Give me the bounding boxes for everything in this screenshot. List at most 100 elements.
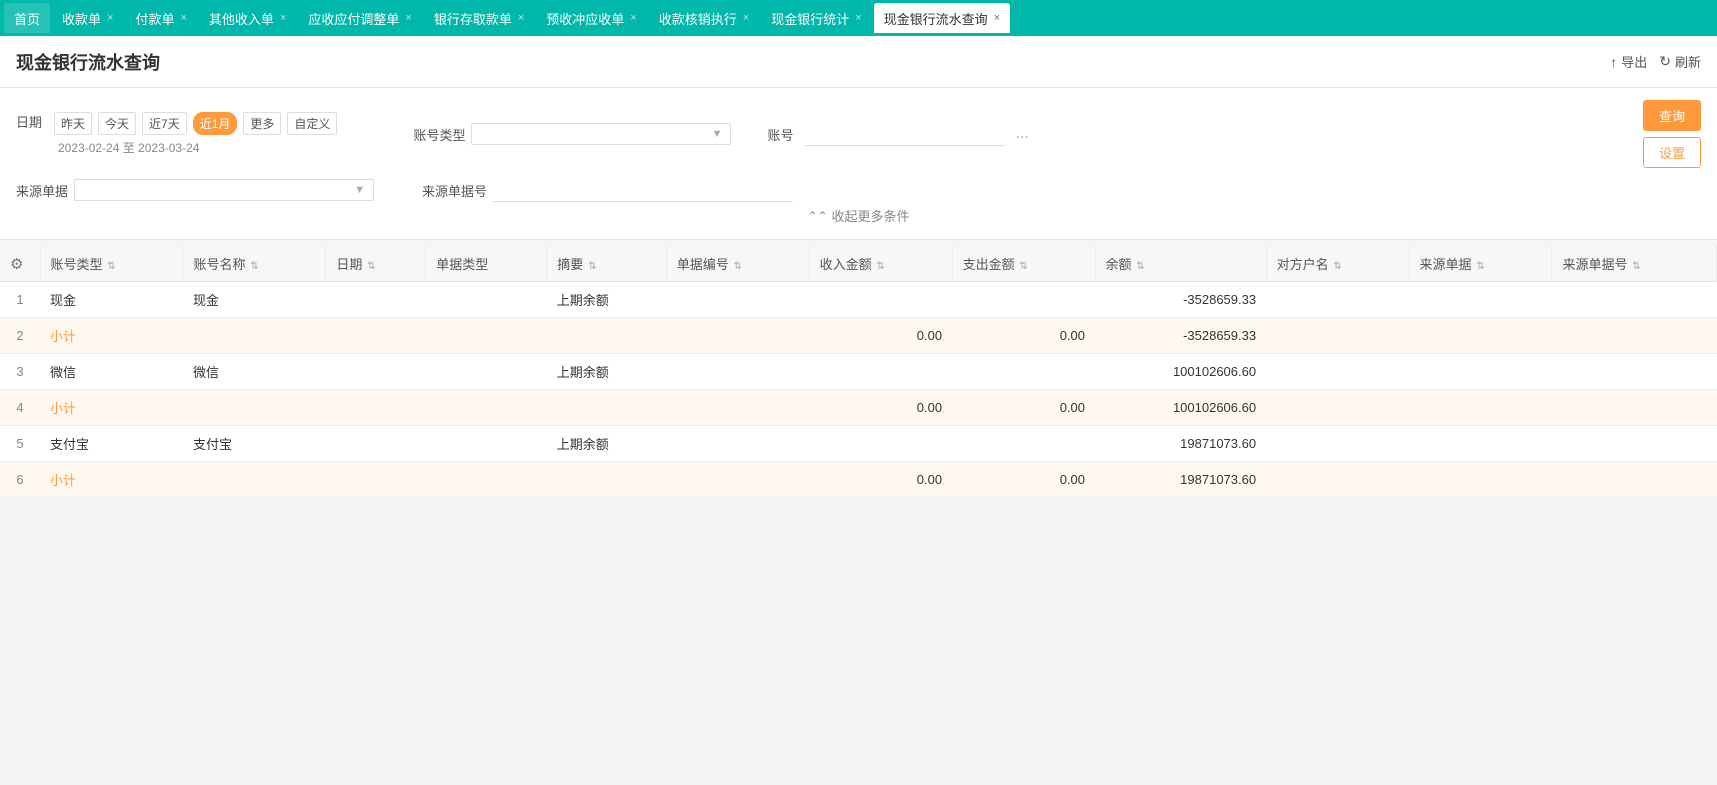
close-icon[interactable]: × <box>107 12 113 24</box>
source-doc-label: 来源单据 <box>16 181 68 200</box>
sort-icon-account_type: ⇅ <box>105 261 116 272</box>
nav-tab-付款单[interactable]: 付款单× <box>125 3 196 33</box>
col-header-account_name[interactable]: 账号名称 ⇅ <box>183 246 326 282</box>
cell-source_doc_no <box>1552 426 1717 462</box>
sort-icon-income: ⇅ <box>874 261 885 272</box>
cell-source_doc <box>1409 354 1552 390</box>
sort-icon-account_name: ⇅ <box>247 261 258 272</box>
col-header-income[interactable]: 收入金额 ⇅ <box>809 246 952 282</box>
sort-icon-date: ⇅ <box>364 261 375 272</box>
col-header-source_doc_no[interactable]: 来源单据号 ⇅ <box>1552 246 1717 282</box>
cell-doc_type <box>426 462 547 498</box>
nav-tab-现金银行流水查询[interactable]: 现金银行流水查询× <box>874 3 1010 33</box>
cell-summary <box>547 462 666 498</box>
date-btn-更多[interactable]: 更多 <box>243 112 281 135</box>
account-filter: 账号 ... <box>767 122 1028 146</box>
date-btn-近7天[interactable]: 近7天 <box>142 112 187 135</box>
settings-button[interactable]: 设置 <box>1643 137 1701 168</box>
account-input[interactable] <box>805 122 1005 146</box>
cell-expense: 0.00 <box>952 318 1095 354</box>
close-icon[interactable]: × <box>855 12 861 24</box>
nav-tab-收款单[interactable]: 收款单× <box>52 3 123 33</box>
nav-tab-label: 预收冲应收单 <box>546 9 624 28</box>
settings-gear-icon[interactable]: ⚙ <box>10 256 23 273</box>
table-container: ⚙账号类型 ⇅账号名称 ⇅日期 ⇅单据类型摘要 ⇅单据编号 ⇅收入金额 ⇅支出金… <box>0 246 1717 498</box>
col-header-source_doc[interactable]: 来源单据 ⇅ <box>1409 246 1552 282</box>
row-seq: 2 <box>0 318 40 354</box>
account-type-label: 账号类型 <box>413 125 465 144</box>
cell-source_doc <box>1409 462 1552 498</box>
cell-date <box>326 318 426 354</box>
nav-tab-收款核销执行[interactable]: 收款核销执行 × <box>649 3 759 33</box>
close-icon[interactable]: × <box>280 12 286 24</box>
cell-source_doc <box>1409 426 1552 462</box>
cell-source_doc <box>1409 318 1552 354</box>
nav-tab-现金银行统计[interactable]: 现金银行统计× <box>761 3 871 33</box>
export-button[interactable]: ↑ 导出 <box>1610 52 1647 71</box>
cell-source_doc <box>1409 282 1552 318</box>
source-doc-select[interactable]: ▼ <box>74 179 374 201</box>
cell-income <box>809 354 952 390</box>
col-header-doc_no[interactable]: 单据编号 ⇅ <box>666 246 809 282</box>
cell-source_doc_no <box>1552 354 1717 390</box>
date-btn-自定义[interactable]: 自定义 <box>287 112 337 135</box>
cell-income <box>809 282 952 318</box>
close-icon[interactable]: × <box>405 12 411 24</box>
col-header-account_type[interactable]: 账号类型 ⇅ <box>40 246 183 282</box>
refresh-button[interactable]: ↻ 刷新 <box>1659 52 1701 71</box>
cell-expense: 0.00 <box>952 390 1095 426</box>
close-icon[interactable]: × <box>180 12 186 24</box>
cell-income: 0.00 <box>809 390 952 426</box>
col-header-expense[interactable]: 支出金额 ⇅ <box>952 246 1095 282</box>
col-header-summary[interactable]: 摘要 ⇅ <box>547 246 666 282</box>
sort-icon-source_doc_no: ⇅ <box>1629 261 1640 272</box>
nav-tab-label: 收款核销执行 <box>659 9 737 28</box>
query-button[interactable]: 查询 <box>1643 100 1701 131</box>
nav-home[interactable]: 首页 <box>4 3 50 33</box>
date-btn-昨天[interactable]: 昨天 <box>54 112 92 135</box>
filter-area: 日期 昨天今天近7天近1月更多自定义 2023-02-24 至 2023-03-… <box>0 88 1717 240</box>
account-type-select[interactable]: ▼ <box>471 123 731 145</box>
cell-summary <box>547 318 666 354</box>
date-btn-近1月[interactable]: 近1月 <box>193 112 238 135</box>
cell-doc_no <box>666 354 809 390</box>
nav-tab-银行存取款单[interactable]: 银行存取款单× <box>424 3 534 33</box>
nav-tab-其他收入单[interactable]: 其他收入单× <box>199 3 296 33</box>
source-doc-no-input[interactable] <box>493 178 793 202</box>
cell-account_type: 支付宝 <box>40 426 183 462</box>
col-header-date[interactable]: 日期 ⇅ <box>326 246 426 282</box>
cell-expense <box>952 282 1095 318</box>
col-header-counterpart[interactable]: 对方户名 ⇅ <box>1266 246 1409 282</box>
cell-counterpart <box>1266 318 1409 354</box>
cell-summary: 上期余额 <box>547 426 666 462</box>
nav-tab-label: 应收应付调整单 <box>308 9 399 28</box>
sort-icon-balance: ⇅ <box>1134 261 1145 272</box>
cell-account_type: 现金 <box>40 282 183 318</box>
cell-account_name <box>183 462 326 498</box>
date-btn-今天[interactable]: 今天 <box>98 112 136 135</box>
col-header-gear: ⚙ <box>0 246 40 282</box>
source-doc-filter: 来源单据 ▼ <box>16 179 374 201</box>
header-bar: 现金银行流水查询 ↑ 导出 ↻ 刷新 <box>0 36 1717 88</box>
cell-date <box>326 282 426 318</box>
date-filter-group: 日期 昨天今天近7天近1月更多自定义 2023-02-24 至 2023-03-… <box>16 112 337 156</box>
nav-tab-应收应付调整单[interactable]: 应收应付调整单 × <box>298 3 421 33</box>
dots-button[interactable]: ... <box>1015 125 1028 143</box>
cell-doc_no <box>666 282 809 318</box>
col-header-balance[interactable]: 余额 ⇅ <box>1095 246 1266 282</box>
table-row: 6小计0.000.0019871073.60 <box>0 462 1717 498</box>
row-seq: 4 <box>0 390 40 426</box>
row-seq: 3 <box>0 354 40 390</box>
close-icon[interactable]: × <box>994 12 1000 24</box>
close-icon[interactable]: × <box>630 12 636 24</box>
home-tab-label: 首页 <box>14 9 40 28</box>
close-icon[interactable]: × <box>743 12 749 24</box>
close-icon[interactable]: × <box>518 12 524 24</box>
nav-tab-预收冲应收单[interactable]: 预收冲应收单 × <box>536 3 646 33</box>
cell-date <box>326 462 426 498</box>
sort-icon-doc_no: ⇅ <box>731 261 742 272</box>
filter-row-1: 日期 昨天今天近7天近1月更多自定义 2023-02-24 至 2023-03-… <box>16 100 1701 168</box>
cell-summary: 上期余额 <box>547 354 666 390</box>
cell-source_doc <box>1409 390 1552 426</box>
collapse-bar[interactable]: ⌃⌃ 收起更多条件 <box>16 202 1701 231</box>
